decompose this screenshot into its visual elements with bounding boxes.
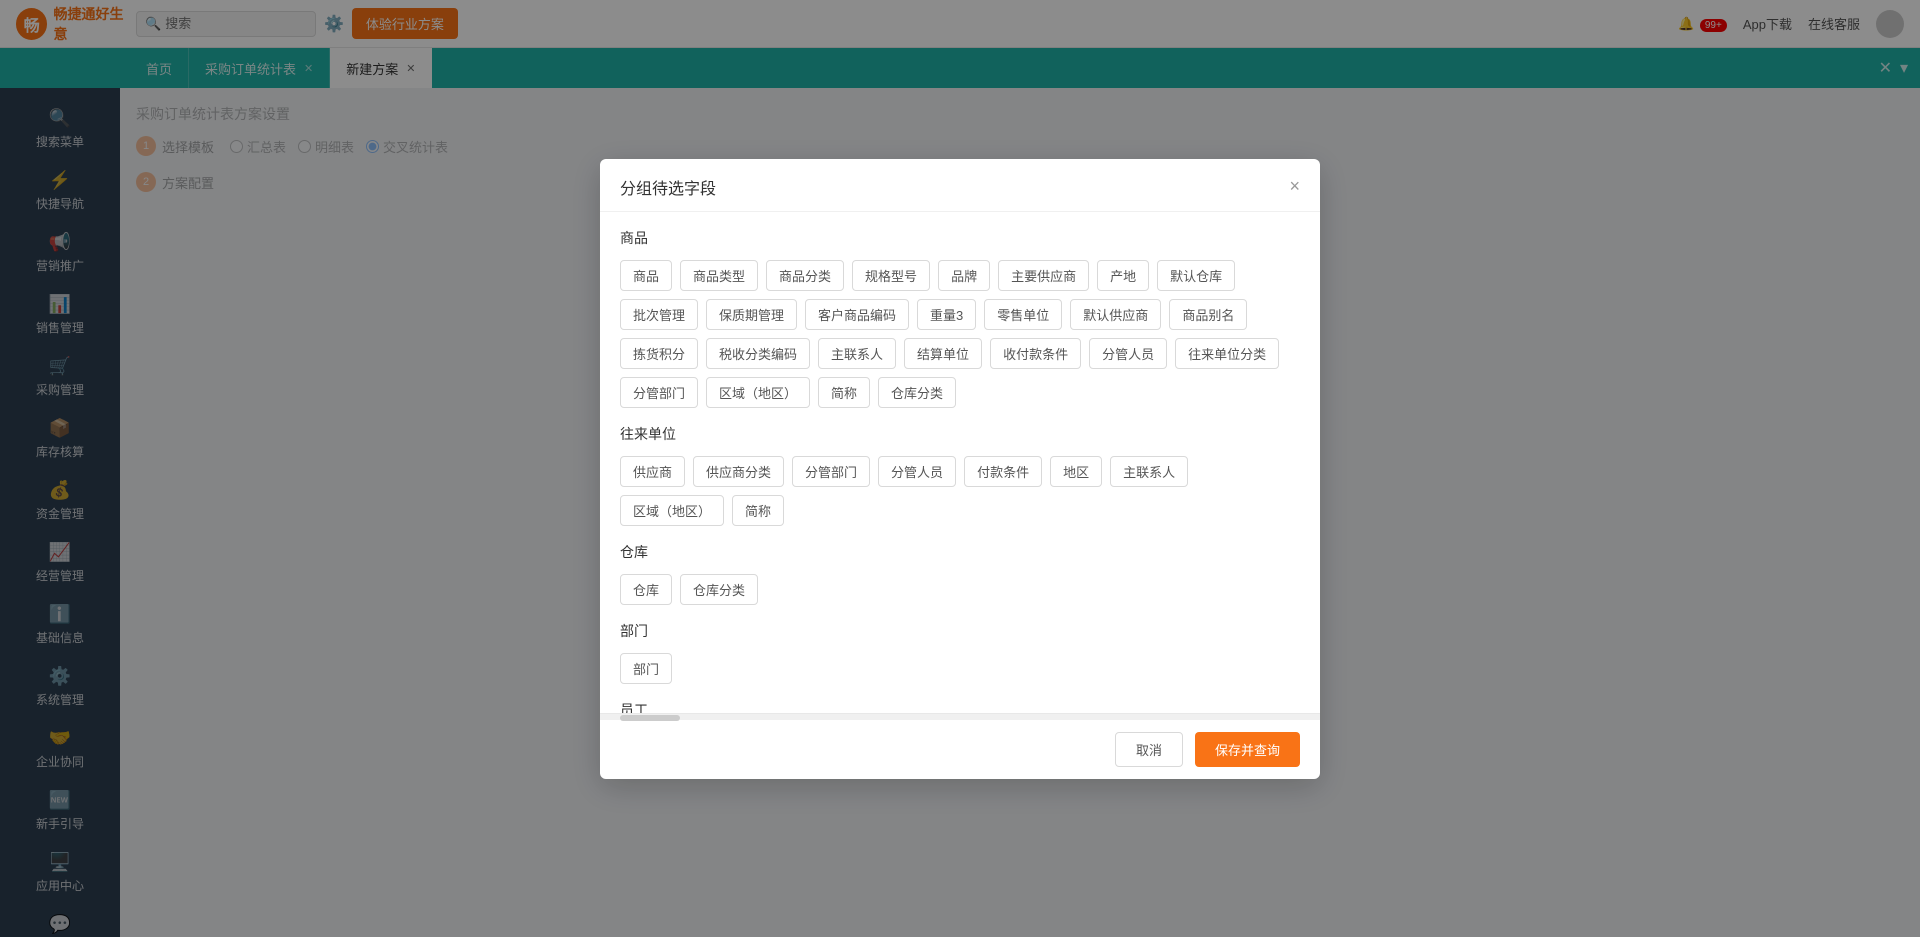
section-label-dept: 部门 — [620, 621, 1300, 641]
field-tag-dept[interactable]: 分管部门 — [792, 456, 870, 487]
field-tag-warehouse-cat[interactable]: 仓库分类 — [680, 574, 758, 605]
field-tag-expiry-mgmt[interactable]: 保质期管理 — [706, 299, 797, 330]
field-tag-short-name2[interactable]: 简称 — [732, 495, 784, 526]
field-tag-product-alias[interactable]: 商品别名 — [1169, 299, 1247, 330]
section-label-warehouse: 仓库 — [620, 542, 1300, 562]
dialog-footer: 取消 保存并查询 — [600, 719, 1320, 779]
field-tag-warehouse-category[interactable]: 仓库分类 — [878, 377, 956, 408]
field-tag-manager[interactable]: 分管人员 — [1089, 338, 1167, 369]
field-tag-weight3[interactable]: 重量3 — [917, 299, 976, 330]
warehouse-fields-grid: 仓库 仓库分类 — [620, 574, 1300, 605]
field-select-dialog: 分组待选字段 × 商品 商品 商品类型 商品分类 规格型号 品牌 主要供应商 产… — [600, 159, 1320, 779]
field-tag-person[interactable]: 分管人员 — [878, 456, 956, 487]
field-tag-batch-mgmt[interactable]: 批次管理 — [620, 299, 698, 330]
counterparty-fields-grid: 供应商 供应商分类 分管部门 分管人员 付款条件 地区 主联系人 区域（地区） … — [620, 456, 1300, 526]
section-label-product: 商品 — [620, 228, 1300, 248]
field-tag-supplier-category[interactable]: 供应商分类 — [693, 456, 784, 487]
field-tag-pick-points[interactable]: 拣货积分 — [620, 338, 698, 369]
dept-fields-grid: 部门 — [620, 653, 1300, 684]
field-tag-default-warehouse[interactable]: 默认仓库 — [1157, 260, 1235, 291]
field-tag-department[interactable]: 部门 — [620, 653, 672, 684]
field-tag-retail-unit[interactable]: 零售单位 — [984, 299, 1062, 330]
field-tag-counterparty-category[interactable]: 往来单位分类 — [1175, 338, 1279, 369]
dialog-close-button[interactable]: × — [1289, 176, 1300, 197]
field-tag-managing-dept[interactable]: 分管部门 — [620, 377, 698, 408]
field-tag-warehouse[interactable]: 仓库 — [620, 574, 672, 605]
field-tag-supplier[interactable]: 供应商 — [620, 456, 685, 487]
cancel-button[interactable]: 取消 — [1115, 732, 1183, 767]
section-label-employee: 员工 — [620, 700, 1300, 713]
field-tag-product-category[interactable]: 商品分类 — [766, 260, 844, 291]
field-tag-short-name[interactable]: 简称 — [818, 377, 870, 408]
save-query-button[interactable]: 保存并查询 — [1195, 732, 1300, 767]
dialog-title: 分组待选字段 — [620, 175, 716, 199]
field-tag-payment-condition[interactable]: 付款条件 — [964, 456, 1042, 487]
field-tag-main-contact2[interactable]: 主联系人 — [1110, 456, 1188, 487]
field-tag-product[interactable]: 商品 — [620, 260, 672, 291]
field-tag-region[interactable]: 区域（地区） — [706, 377, 810, 408]
dialog-hscrollbar-thumb[interactable] — [620, 715, 680, 721]
field-tag-region2[interactable]: 区域（地区） — [620, 495, 724, 526]
dialog-body: 商品 商品 商品类型 商品分类 规格型号 品牌 主要供应商 产地 默认仓库 批次… — [600, 212, 1320, 713]
field-tag-product-type[interactable]: 商品类型 — [680, 260, 758, 291]
field-tag-default-supplier[interactable]: 默认供应商 — [1070, 299, 1161, 330]
field-tag-spec-model[interactable]: 规格型号 — [852, 260, 930, 291]
field-tag-origin[interactable]: 产地 — [1097, 260, 1149, 291]
dialog-header: 分组待选字段 × — [600, 159, 1320, 212]
field-tag-settlement-unit[interactable]: 结算单位 — [904, 338, 982, 369]
field-tag-main-supplier[interactable]: 主要供应商 — [998, 260, 1089, 291]
product-fields-grid: 商品 商品类型 商品分类 规格型号 品牌 主要供应商 产地 默认仓库 批次管理 … — [620, 260, 1300, 408]
field-tag-main-contact[interactable]: 主联系人 — [818, 338, 896, 369]
field-tag-area[interactable]: 地区 — [1050, 456, 1102, 487]
field-tag-tax-code[interactable]: 税收分类编码 — [706, 338, 810, 369]
dialog-hscrollbar[interactable] — [600, 713, 1320, 719]
field-tag-customer-code[interactable]: 客户商品编码 — [805, 299, 909, 330]
section-label-counterparty: 往来单位 — [620, 424, 1300, 444]
field-tag-payment-terms[interactable]: 收付款条件 — [990, 338, 1081, 369]
dialog-overlay: 分组待选字段 × 商品 商品 商品类型 商品分类 规格型号 品牌 主要供应商 产… — [0, 0, 1920, 937]
field-tag-brand[interactable]: 品牌 — [938, 260, 990, 291]
